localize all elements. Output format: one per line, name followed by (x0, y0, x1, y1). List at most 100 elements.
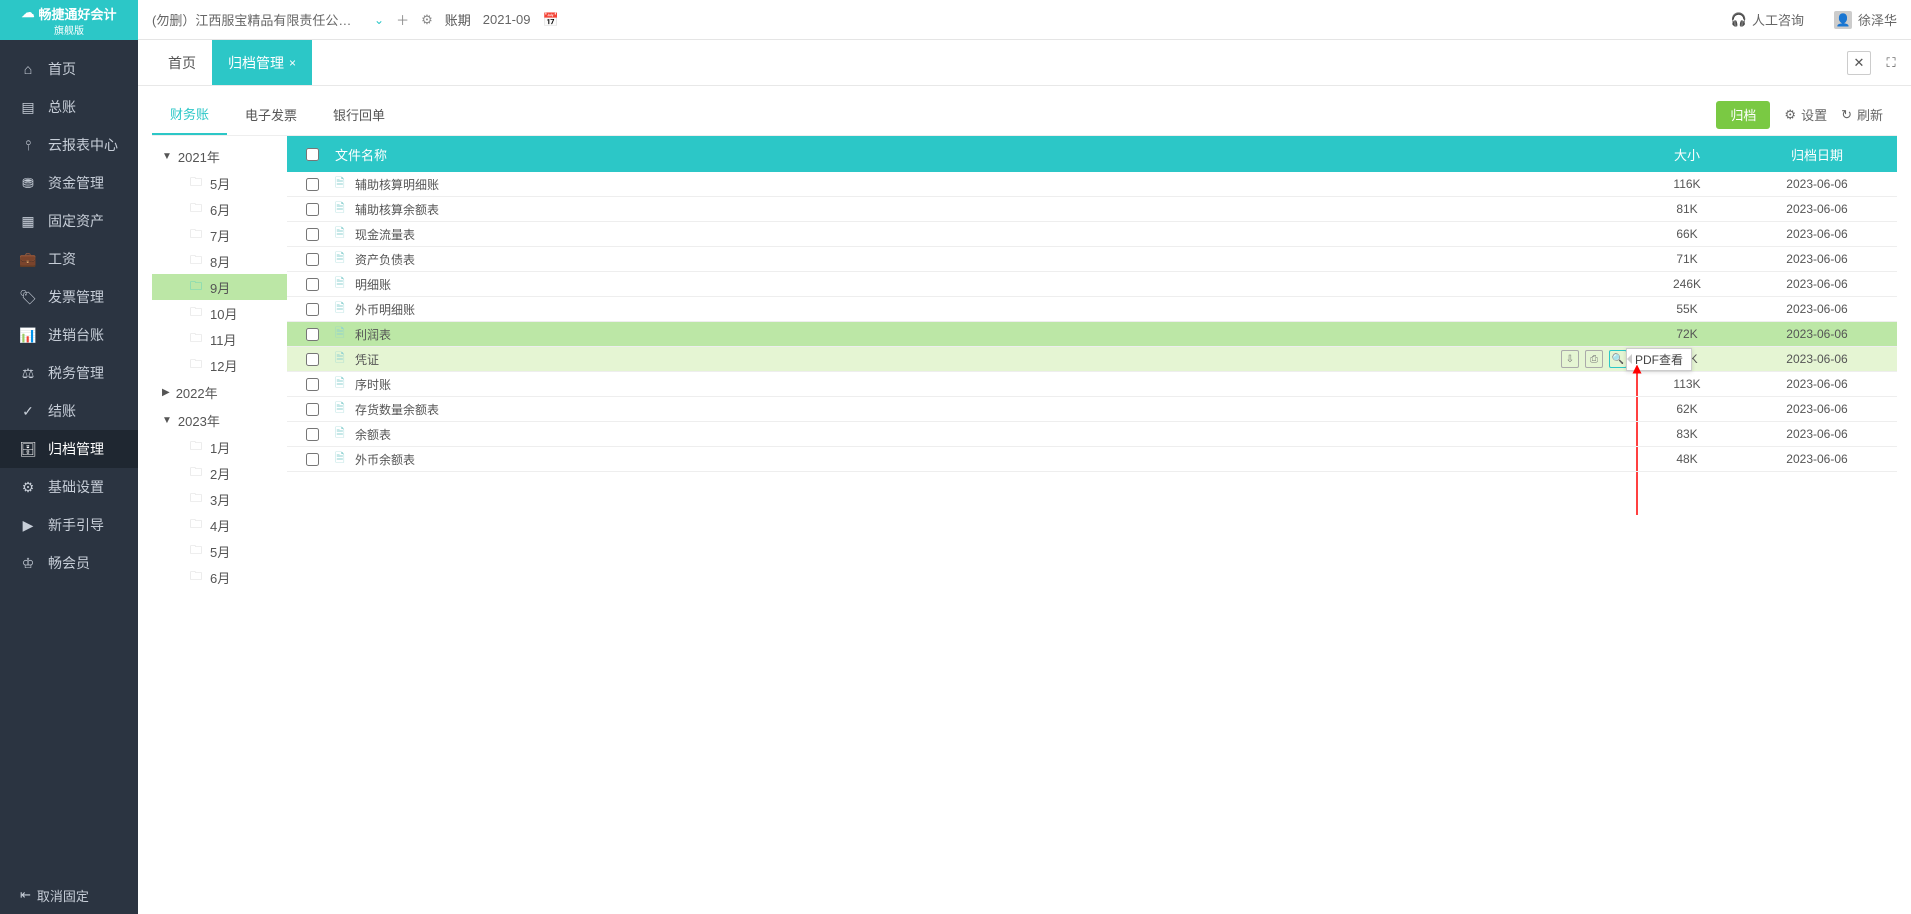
support-label: 人工咨询 (1752, 10, 1804, 29)
table-row[interactable]: 🗎余额表83K2023-06-06 (287, 422, 1897, 447)
nav-guide[interactable]: ▶新手引导 (0, 506, 138, 544)
logo: ☁畅捷通好会计 旗舰版 (0, 0, 138, 40)
date-tree: ▼2021年🗀5月🗀6月🗀7月🗀8月🗀9月🗀10月🗀11月🗀12月▶2022年▼… (152, 136, 287, 906)
nav-report-center[interactable]: ⫯云报表中心 (0, 126, 138, 164)
fixed-assets-icon: ▦ (20, 213, 36, 229)
tree-month-11月[interactable]: 🗀11月 (152, 326, 287, 352)
tree-month-7月[interactable]: 🗀7月 (152, 222, 287, 248)
tree-month-5月[interactable]: 🗀5月 (152, 538, 287, 564)
table-row[interactable]: 🗎辅助核算余额表81K2023-06-06 (287, 197, 1897, 222)
row-checkbox[interactable] (306, 328, 319, 341)
file-icon: 🗎 (335, 224, 349, 245)
pin-toggle[interactable]: ⇤ 取消固定 (0, 876, 138, 914)
pdf-icon[interactable]: ⎙ (1585, 350, 1603, 368)
nav-closing[interactable]: ✓结账 (0, 392, 138, 430)
chevron-down-icon[interactable]: ⌄ (374, 13, 384, 27)
company-settings-icon[interactable]: ⚙ (421, 12, 433, 28)
tab-首页[interactable]: 首页 (152, 40, 212, 85)
tree-month-12月[interactable]: 🗀12月 (152, 352, 287, 378)
nav-fixed-assets[interactable]: ▦固定资产 (0, 202, 138, 240)
user-menu[interactable]: 👤 徐泽华 (1834, 10, 1897, 29)
tree-month-9月[interactable]: 🗀9月 (152, 274, 287, 300)
row-checkbox[interactable] (306, 428, 319, 441)
archive-button[interactable]: 归档 (1716, 101, 1770, 129)
table-row[interactable]: 🗎存货数量余额表62K2023-06-06 (287, 397, 1897, 422)
subtab-电子发票[interactable]: 电子发票 (227, 94, 315, 135)
file-size: 71K (1627, 252, 1747, 266)
row-checkbox[interactable] (306, 203, 319, 216)
row-checkbox[interactable] (306, 303, 319, 316)
nav-fund-mgmt[interactable]: ⛃资金管理 (0, 164, 138, 202)
nav-ledger[interactable]: ▤总账 (0, 88, 138, 126)
nav-tax[interactable]: ⚖税务管理 (0, 354, 138, 392)
tree-year-2021年[interactable]: ▼2021年 (152, 142, 287, 170)
home-icon: ⌂ (20, 61, 36, 77)
refresh-icon: ↻ (1841, 107, 1852, 123)
nav-member[interactable]: ♔畅会员 (0, 544, 138, 582)
settings-link[interactable]: ⚙设置 (1784, 105, 1827, 124)
file-date: 2023-06-06 (1747, 402, 1887, 416)
nav-label: 畅会员 (48, 553, 90, 573)
nav-label: 归档管理 (48, 439, 104, 459)
nav-inventory[interactable]: 📊进销台账 (0, 316, 138, 354)
tree-month-8月[interactable]: 🗀8月 (152, 248, 287, 274)
row-checkbox[interactable] (306, 228, 319, 241)
table-row[interactable]: 🗎辅助核算明细账116K2023-06-06 (287, 172, 1897, 197)
tree-month-2月[interactable]: 🗀2月 (152, 460, 287, 486)
row-checkbox[interactable] (306, 353, 319, 366)
tree-month-6月[interactable]: 🗀6月 (152, 196, 287, 222)
nav-settings[interactable]: ⚙基础设置 (0, 468, 138, 506)
row-checkbox[interactable] (306, 178, 319, 191)
fullscreen-icon[interactable]: ⛶ (1879, 51, 1903, 75)
table-row[interactable]: 🗎利润表72K2023-06-06 (287, 322, 1897, 347)
add-company-icon[interactable]: ＋ (396, 10, 409, 29)
tree-month-6月[interactable]: 🗀6月 (152, 564, 287, 590)
table-row[interactable]: 🗎现金流量表66K2023-06-06 (287, 222, 1897, 247)
close-panel-button[interactable]: ✕ (1847, 51, 1871, 75)
subtab-银行回单[interactable]: 银行回单 (315, 94, 403, 135)
table-row[interactable]: 🗎外币余额表48K2023-06-06 (287, 447, 1897, 472)
row-checkbox[interactable] (306, 403, 319, 416)
gear-icon: ⚙ (1784, 107, 1796, 123)
nav-invoice[interactable]: 🏷发票管理 (0, 278, 138, 316)
table-row[interactable]: 🗎外币明细账55K2023-06-06 (287, 297, 1897, 322)
calendar-icon[interactable]: 📅 (542, 12, 558, 28)
file-name: 外币余额表 (355, 451, 415, 468)
tree-year-2023年[interactable]: ▼2023年 (152, 406, 287, 434)
folder-icon: 🗀 (190, 355, 204, 376)
table-row[interactable]: 🗎明细账246K2023-06-06 (287, 272, 1897, 297)
table-row[interactable]: 🗎资产负债表71K2023-06-06 (287, 247, 1897, 272)
close-icon[interactable]: × (289, 56, 296, 70)
refresh-link[interactable]: ↻刷新 (1841, 105, 1883, 124)
tree-year-2022年[interactable]: ▶2022年 (152, 378, 287, 406)
row-checkbox[interactable] (306, 378, 319, 391)
subtab-财务账[interactable]: 财务账 (152, 94, 227, 135)
row-checkbox[interactable] (306, 253, 319, 266)
tree-month-1月[interactable]: 🗀1月 (152, 434, 287, 460)
nav-salary[interactable]: 💼工资 (0, 240, 138, 278)
support-link[interactable]: 🎧 人工咨询 (1731, 10, 1804, 29)
month-label: 10月 (210, 304, 237, 323)
table-row[interactable]: 🗎凭证53K2023-06-06⇩⎙🔍PDF查看 (287, 347, 1897, 372)
nav-archive[interactable]: 🗄归档管理 (0, 430, 138, 468)
table-row[interactable]: 🗎序时账113K2023-06-06 (287, 372, 1897, 397)
month-label: 9月 (210, 278, 230, 297)
select-all-checkbox[interactable] (306, 148, 319, 161)
tree-month-10月[interactable]: 🗀10月 (152, 300, 287, 326)
file-icon: 🗎 (335, 424, 349, 445)
nav-home[interactable]: ⌂首页 (0, 50, 138, 88)
tree-month-5月[interactable]: 🗀5月 (152, 170, 287, 196)
company-selector[interactable]: (勿删）江西服宝精品有限责任公司（... (152, 10, 362, 29)
file-icon: 🗎 (335, 274, 349, 295)
tree-month-4月[interactable]: 🗀4月 (152, 512, 287, 538)
month-label: 1月 (210, 438, 230, 457)
file-icon: 🗎 (335, 174, 349, 195)
file-icon: 🗎 (335, 374, 349, 395)
download-icon[interactable]: ⇩ (1561, 350, 1579, 368)
period-value[interactable]: 2021-09 (483, 12, 531, 27)
tree-month-3月[interactable]: 🗀3月 (152, 486, 287, 512)
row-checkbox[interactable] (306, 453, 319, 466)
row-checkbox[interactable] (306, 278, 319, 291)
tab-归档管理[interactable]: 归档管理× (212, 40, 312, 85)
ledger-icon: ▤ (20, 99, 36, 115)
